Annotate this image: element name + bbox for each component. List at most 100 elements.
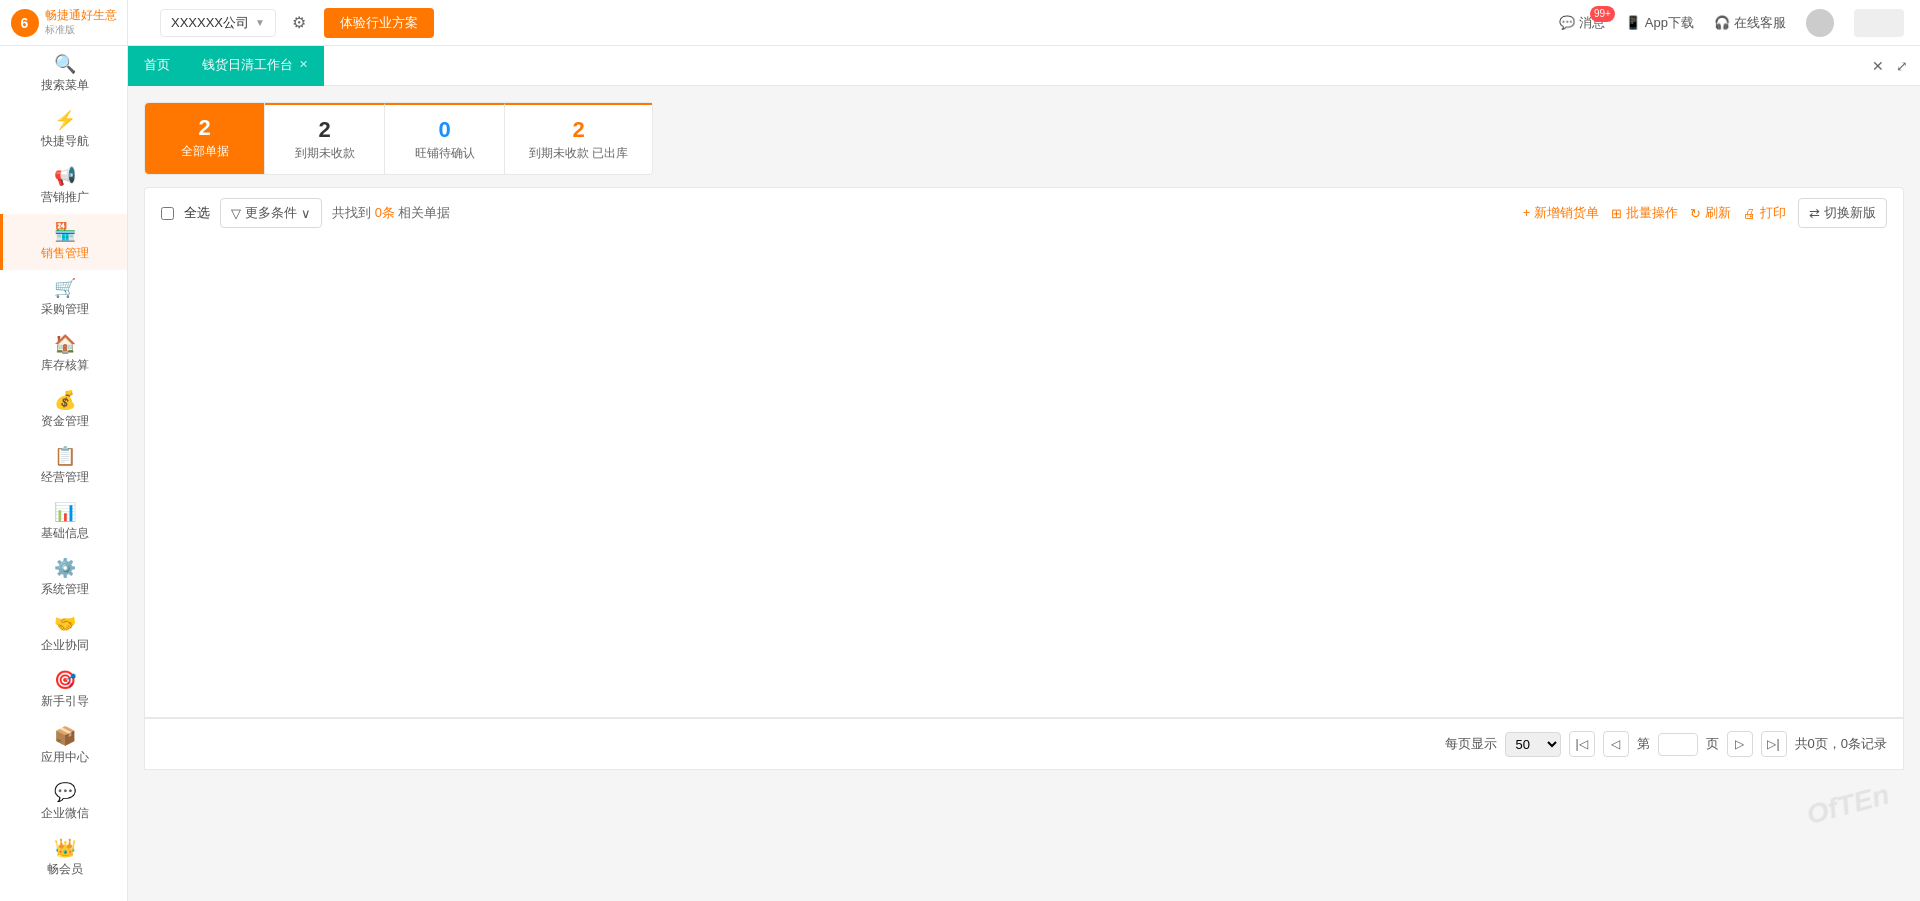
filter-arrow: ∨: [301, 206, 311, 221]
pagination-bar: 每页显示 50 100 200 |◁ ◁ 第 1 页 ▷ ▷| 共0页，0条记录: [144, 718, 1904, 770]
tab-nav-actions: ✕ ⤢: [1868, 54, 1920, 78]
sidebar-icon-guide: 🎯: [54, 671, 76, 689]
tab-close-all-button[interactable]: ✕: [1868, 54, 1888, 78]
tab-expand-button[interactable]: ⤢: [1892, 54, 1912, 78]
company-name: XXXXXX公司: [171, 14, 249, 32]
page-size-select[interactable]: 50 100 200: [1505, 732, 1561, 757]
stat-num-2: 0: [409, 117, 480, 143]
sidebar-icon-marketing: 📢: [54, 167, 76, 185]
page-label-2: 页: [1706, 735, 1719, 753]
next-page-button[interactable]: ▷: [1727, 731, 1753, 757]
sidebar-label-guide: 新手引导: [41, 693, 89, 710]
user-name-area[interactable]: [1854, 9, 1904, 37]
stat-label-1: 到期未收款: [289, 145, 360, 162]
app-download-icon: 📱: [1625, 15, 1641, 30]
logo-text: 畅捷通好生意: [45, 8, 117, 24]
refresh-icon: ↻: [1690, 206, 1701, 221]
stat-tab-1[interactable]: 2 到期未收款: [265, 103, 385, 174]
total-info: 共0页，0条记录: [1795, 735, 1887, 753]
stat-num-1: 2: [289, 117, 360, 143]
sidebar-item-system[interactable]: ⚙️ 系统管理: [0, 550, 127, 606]
stat-tab-2[interactable]: 0 旺铺待确认: [385, 103, 505, 174]
sidebar-item-app-center[interactable]: 📦 应用中心: [0, 718, 127, 774]
refresh-button[interactable]: ↻ 刷新: [1690, 204, 1731, 222]
sidebar-label-marketing: 营销推广: [41, 189, 89, 206]
tab-qinghuo[interactable]: 钱货日清工作台 ✕: [186, 46, 324, 86]
message-button[interactable]: 💬 消息 99+: [1559, 14, 1605, 32]
sidebar-icon-quick-nav: ⚡: [54, 111, 76, 129]
found-info: 共找到 0条 相关单据: [332, 204, 450, 222]
sidebar-item-inventory[interactable]: 🏠 库存核算: [0, 326, 127, 382]
sidebar-item-purchase[interactable]: 🛒 采购管理: [0, 270, 127, 326]
stats-tabs: 2 全部单据 2 到期未收款 0 旺铺待确认 2 到期未收款 已出库: [144, 102, 653, 175]
sidebar-label-system: 系统管理: [41, 581, 89, 598]
print-button[interactable]: 🖨 打印: [1743, 204, 1786, 222]
sidebar-icon-app-center: 📦: [54, 727, 76, 745]
top-bar: XXXXXX公司 ▼ ⚙ 体验行业方案 💬 消息 99+ 📱 App下载 🎧 在…: [128, 0, 1920, 46]
logo-icon: 6: [11, 9, 39, 37]
switch-icon: ⇄: [1809, 206, 1820, 221]
sidebar-item-guide[interactable]: 🎯 新手引导: [0, 662, 127, 718]
sidebar-label-quick-nav: 快捷导航: [41, 133, 89, 150]
tab-qinghuo-label: 钱货日清工作台: [202, 56, 293, 74]
app-download-label: App下载: [1645, 14, 1694, 32]
sidebar-icon-finance: 💰: [54, 391, 76, 409]
sidebar-label-search: 搜索菜单: [41, 77, 89, 94]
found-suffix: 相关单据: [398, 205, 450, 220]
online-service-label: 在线客服: [1734, 14, 1786, 32]
switch-new-version-button[interactable]: ⇄ 切换新版: [1798, 198, 1887, 228]
sidebar-label-inventory: 库存核算: [41, 357, 89, 374]
sidebar-item-member[interactable]: 👑 畅会员: [0, 830, 127, 886]
add-sales-order-button[interactable]: + 新增销货单: [1523, 204, 1599, 222]
sidebar-icon-purchase: 🛒: [54, 279, 76, 297]
tab-home[interactable]: 首页: [128, 46, 186, 86]
sidebar-label-operations: 经营管理: [41, 469, 89, 486]
logo-area: 6 畅捷通好生意 标准版: [0, 0, 127, 46]
online-service-icon: 🎧: [1714, 15, 1730, 30]
sidebar-icon-sales: 🏪: [54, 223, 76, 241]
company-selector[interactable]: XXXXXX公司 ▼: [160, 9, 276, 37]
sidebar-label-app-center: 应用中心: [41, 749, 89, 766]
filter-label: 更多条件: [245, 204, 297, 222]
sidebar-item-basic-info[interactable]: 📊 基础信息: [0, 494, 127, 550]
sidebar-item-marketing[interactable]: 📢 营销推广: [0, 158, 127, 214]
sidebar-item-cooperation[interactable]: 🤝 企业协同: [0, 606, 127, 662]
stat-tab-3[interactable]: 2 到期未收款 已出库: [505, 103, 652, 174]
found-prefix: 共找到: [332, 205, 371, 220]
sidebar-label-wechat: 企业微信: [41, 805, 89, 822]
sidebar-icon-operations: 📋: [54, 447, 76, 465]
logo-text-area: 畅捷通好生意 标准版: [45, 8, 117, 38]
settings-button[interactable]: ⚙: [284, 8, 314, 38]
more-filter-button[interactable]: ▽ 更多条件 ∨: [220, 198, 322, 228]
prev-page-button[interactable]: ◁: [1603, 731, 1629, 757]
sidebar-label-basic-info: 基础信息: [41, 525, 89, 542]
print-icon: 🖨: [1743, 206, 1756, 221]
sidebar-icon-member: 👑: [54, 839, 76, 857]
sidebar-item-operations[interactable]: 📋 经营管理: [0, 438, 127, 494]
online-service-button[interactable]: 🎧 在线客服: [1714, 14, 1786, 32]
sidebar-item-sales[interactable]: 🏪 销售管理: [0, 214, 127, 270]
top-right-area: 💬 消息 99+ 📱 App下载 🎧 在线客服: [1559, 9, 1904, 37]
sidebar-item-wechat[interactable]: 💬 企业微信: [0, 774, 127, 830]
last-page-button[interactable]: ▷|: [1761, 731, 1787, 757]
select-all-checkbox[interactable]: [161, 207, 174, 220]
page-number-input[interactable]: 1: [1658, 733, 1698, 756]
toolbar-right: + 新增销货单 ⊞ 批量操作 ↻ 刷新 🖨 打印 ⇄ 切换新版: [1523, 198, 1887, 228]
tab-qinghuo-close[interactable]: ✕: [299, 58, 308, 71]
first-page-button[interactable]: |◁: [1569, 731, 1595, 757]
logo-sub: 标准版: [45, 23, 117, 37]
sidebar-menu: 🔍 搜索菜单 ⚡ 快捷导航 📢 营销推广 🏪 销售管理 🛒 采购管理 🏠 库存核…: [0, 46, 127, 901]
sidebar-item-quick-nav[interactable]: ⚡ 快捷导航: [0, 102, 127, 158]
user-avatar[interactable]: [1806, 9, 1834, 37]
stat-label-0: 全部单据: [169, 143, 240, 160]
stat-label-3: 到期未收款 已出库: [529, 145, 628, 162]
page-label: 第: [1637, 735, 1650, 753]
sidebar-icon-inventory: 🏠: [54, 335, 76, 353]
try-industry-button[interactable]: 体验行业方案: [324, 8, 434, 38]
company-dropdown-arrow: ▼: [255, 17, 265, 28]
sidebar-item-search[interactable]: 🔍 搜索菜单: [0, 46, 127, 102]
sidebar-item-finance[interactable]: 💰 资金管理: [0, 382, 127, 438]
batch-operation-button[interactable]: ⊞ 批量操作: [1611, 204, 1678, 222]
stat-tab-0[interactable]: 2 全部单据: [145, 103, 265, 174]
app-download-button[interactable]: 📱 App下载: [1625, 14, 1694, 32]
